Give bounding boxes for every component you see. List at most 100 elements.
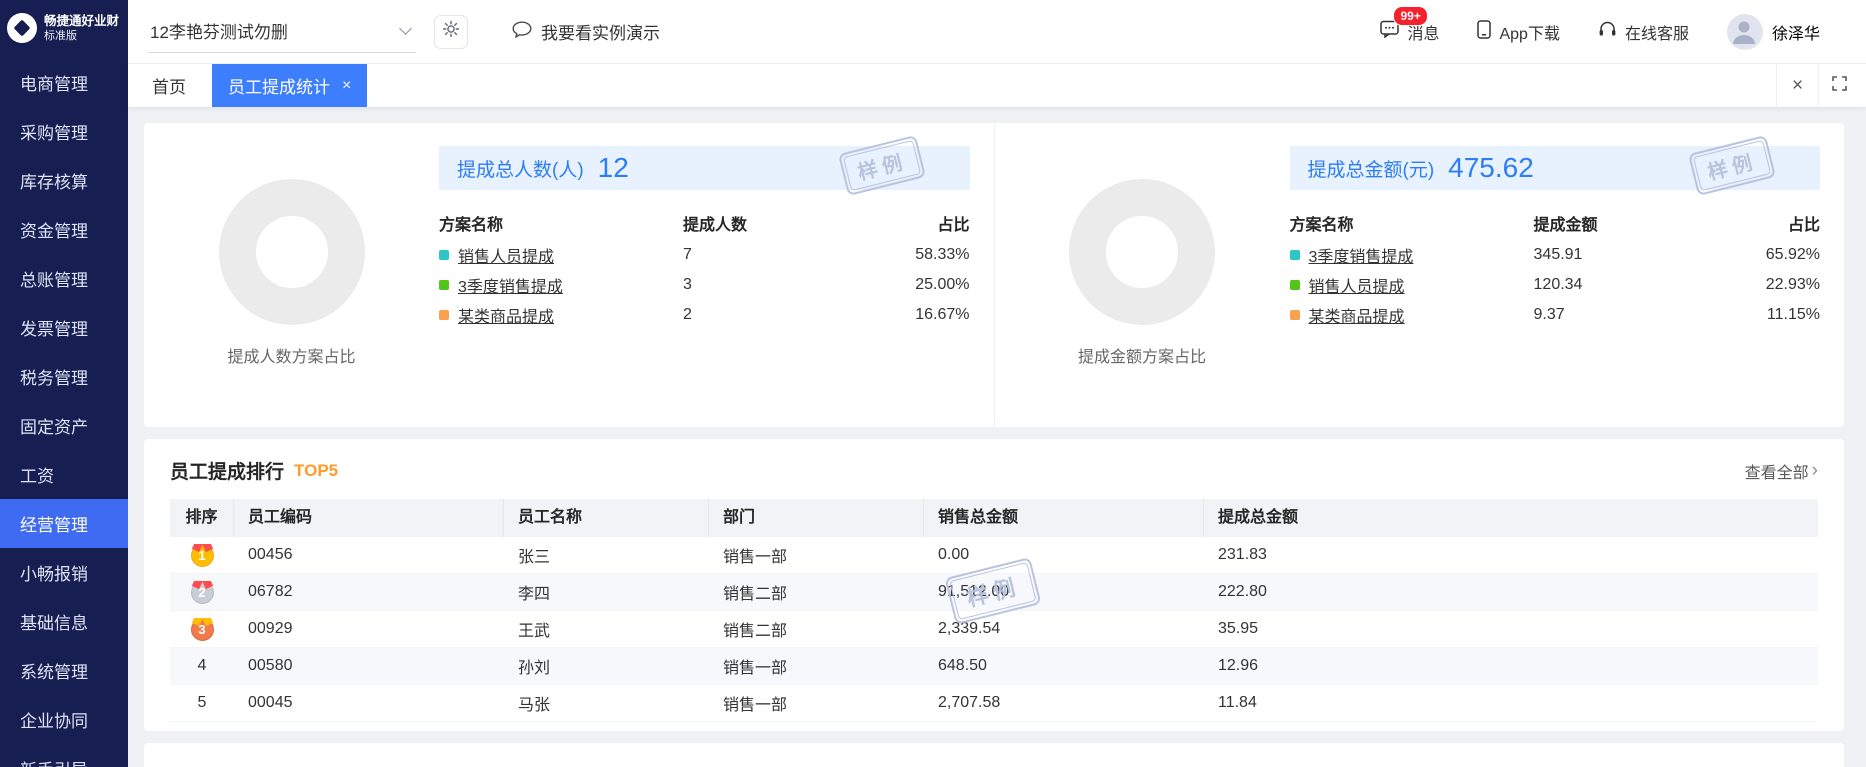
sidebar-item-purchase[interactable]: 采购管理	[0, 107, 128, 156]
count-donut-chart	[218, 179, 365, 325]
sidebar-item-inventory[interactable]: 库存核算	[0, 156, 128, 205]
org-selector-value: 12李艳芬测试勿删	[150, 23, 288, 42]
cell-department: 销售二部	[723, 586, 788, 603]
sidebar-item-ecommerce[interactable]: 电商管理	[0, 58, 128, 107]
close-page-button[interactable]: ×	[1776, 64, 1818, 107]
user-menu[interactable]: 徐泽华	[1726, 13, 1820, 50]
sidebar-item-guide[interactable]: 新手引导	[0, 744, 128, 767]
fullscreen-button[interactable]	[1818, 64, 1860, 107]
scheme-count: 3	[683, 276, 692, 293]
legend-bullet	[1289, 310, 1300, 320]
column-commission-count: 提成人数	[683, 217, 748, 234]
cell-employee-name: 孙刘	[518, 660, 551, 677]
amount-total-label: 提成总金额(元)	[1307, 159, 1435, 181]
speech-bubble-icon	[512, 20, 532, 43]
sidebar: 畅捷通好业财 标准版 电商管理 采购管理 库存核算 资金管理 总账管理 发票管理…	[0, 0, 128, 767]
stats-amount-panel: 提成金额方案占比 提成总金额(元) 475.62 样例 方案名称 提成金额 占比…	[993, 123, 1845, 427]
sidebar-item-fixed-assets[interactable]: 固定资产	[0, 401, 128, 450]
cell-total-commission: 11.84	[1218, 694, 1257, 711]
scheme-percentage: 16.67%	[915, 306, 970, 323]
table-row: 1 00456 张三 销售一部 0.00 231.83	[170, 537, 1818, 574]
column-total-commission: 提成总金额	[1218, 509, 1299, 526]
cell-total-sales: 2,707.58	[938, 694, 1001, 711]
sidebar-item-collaboration[interactable]: 企业协同	[0, 695, 128, 744]
legend-bullet	[439, 310, 449, 320]
sidebar-item-salary[interactable]: 工资	[0, 450, 128, 499]
brand-name: 畅捷通好业财	[44, 13, 120, 28]
avatar	[1726, 13, 1763, 50]
online-service-button[interactable]: 在线客服	[1598, 20, 1689, 44]
scheme-name-link[interactable]: 3季度销售提成	[1309, 243, 1414, 267]
sidebar-nav: 电商管理 采购管理 库存核算 资金管理 总账管理 发票管理 税务管理 固定资产 …	[0, 56, 128, 767]
topbar-right: 99+ 消息 App下载 在线客服 徐泽华	[1380, 5, 1820, 50]
sidebar-item-invoice[interactable]: 发票管理	[0, 303, 128, 352]
sidebar-item-basic-info[interactable]: 基础信息	[0, 597, 128, 646]
column-scheme-name: 方案名称	[439, 217, 504, 234]
legend-bullet	[1289, 250, 1300, 260]
demo-link[interactable]: 我要看实例演示	[512, 19, 660, 44]
top5-badge: TOP5	[294, 460, 339, 480]
fullscreen-icon	[1832, 75, 1847, 97]
legend-bullet	[439, 280, 449, 290]
ranking-title: 员工提成排行	[170, 462, 285, 483]
sidebar-item-system[interactable]: 系统管理	[0, 646, 128, 695]
scheme-name-link[interactable]: 销售人员提成	[1309, 273, 1405, 297]
ranking-table: 排序 员工编码 员工名称 部门 销售总金额 提成总金额 1 00456 张三 销…	[170, 499, 1818, 722]
cell-total-commission: 231.83	[1218, 546, 1267, 563]
sidebar-item-reimbursement[interactable]: 小畅报销	[0, 548, 128, 597]
tab-commission-stats[interactable]: 员工提成统计 ×	[212, 64, 368, 107]
tab-commission-stats-label: 员工提成统计	[228, 78, 330, 97]
cell-department: 销售一部	[723, 660, 788, 677]
next-card-partial	[144, 743, 1844, 767]
scheme-row: 3季度销售提成 3 25.00%	[439, 270, 970, 300]
cell-total-sales: 2,339.54	[938, 620, 1001, 637]
sidebar-item-general-ledger[interactable]: 总账管理	[0, 254, 128, 303]
tabbar-controls: ×	[1776, 64, 1860, 107]
count-total-strip: 提成总人数(人) 12 样例	[439, 134, 970, 197]
messages-button[interactable]: 99+ 消息	[1380, 5, 1439, 44]
column-employee-name: 员工名称	[504, 499, 709, 537]
scheme-name-link[interactable]: 销售人员提成	[458, 243, 554, 267]
scheme-amount: 9.37	[1533, 306, 1565, 323]
sidebar-item-funds[interactable]: 资金管理	[0, 205, 128, 254]
scheme-row: 某类商品提成 9.37 11.15%	[1289, 300, 1820, 330]
scheme-name-link[interactable]: 某类商品提成	[1309, 303, 1405, 327]
tab-close-icon[interactable]: ×	[342, 77, 351, 95]
column-commission-amount: 提成金额	[1533, 217, 1598, 234]
legend-bullet	[1289, 280, 1300, 290]
cell-department: 销售一部	[723, 697, 788, 714]
cell-employee-code: 00456	[248, 546, 293, 563]
cell-department: 销售二部	[723, 623, 788, 640]
app-download-button[interactable]: App下载	[1477, 19, 1560, 44]
view-all-label: 查看全部	[1744, 464, 1809, 482]
cell-employee-name: 李四	[518, 586, 551, 603]
phone-icon	[1477, 19, 1492, 44]
tab-home[interactable]: 首页	[148, 64, 190, 107]
sidebar-item-tax[interactable]: 税务管理	[0, 352, 128, 401]
scheme-name-link[interactable]: 某类商品提成	[458, 303, 554, 327]
column-rank: 排序	[170, 499, 234, 537]
chevron-right-icon: ›	[1811, 460, 1818, 481]
legend-bullet	[439, 250, 449, 260]
scheme-row: 3季度销售提成 345.91 65.92%	[1289, 240, 1820, 270]
scheme-count: 2	[683, 306, 692, 323]
count-scheme-table: 方案名称 提成人数 占比 销售人员提成 7 58.33% 3季度销售提成 3 2…	[439, 206, 970, 330]
org-selector[interactable]: 12李艳芬测试勿删	[148, 18, 416, 53]
view-all-link[interactable]: 查看全部 ›	[1745, 459, 1818, 483]
brand-logo: 畅捷通好业财 标准版	[0, 0, 128, 56]
online-service-label: 在线客服	[1624, 25, 1689, 43]
scheme-name-link[interactable]: 3季度销售提成	[458, 273, 563, 297]
settings-button[interactable]	[434, 14, 468, 49]
chevron-down-icon	[399, 21, 412, 35]
message-count-badge: 99+	[1393, 5, 1428, 26]
cell-total-sales: 0.00	[938, 546, 970, 563]
scheme-row: 某类商品提成 2 16.67%	[439, 300, 970, 330]
app-window: 畅捷通好业财 标准版 电商管理 采购管理 库存核算 资金管理 总账管理 发票管理…	[0, 0, 1866, 767]
ranking-table-header: 排序 员工编码 员工名称 部门 销售总金额 提成总金额	[170, 499, 1818, 537]
commission-stats-card: 提成人数方案占比 提成总人数(人) 12 样例 方案名称 提成人数 占比 销售人…	[144, 123, 1844, 427]
cell-employee-code: 00580	[248, 657, 293, 674]
cell-rank: 4	[197, 657, 207, 674]
table-row: 5 00045 马张 销售一部 2,707.58 11.84	[170, 685, 1818, 722]
sidebar-item-business-management[interactable]: 经营管理	[0, 499, 128, 548]
cell-total-commission: 35.95	[1218, 620, 1259, 637]
